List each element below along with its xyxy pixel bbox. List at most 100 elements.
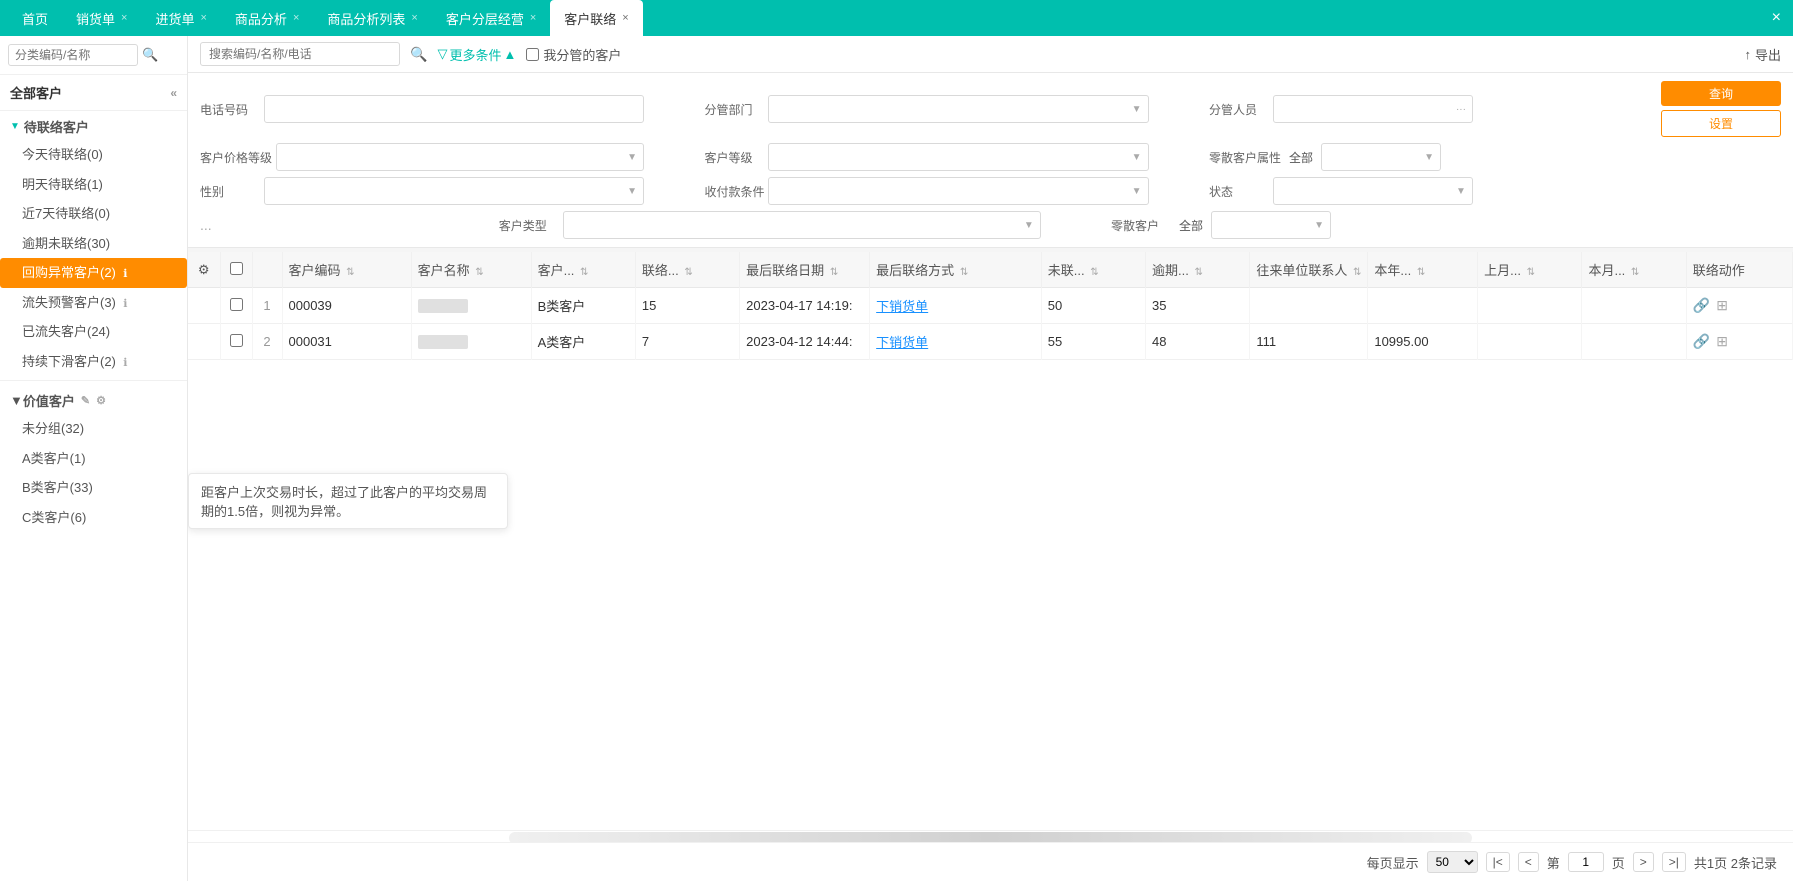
sidebar-item-b-class[interactable]: B类客户(33) [0, 473, 187, 503]
sort-this-year-icon[interactable]: ⇅ [1417, 267, 1425, 278]
left-sidebar: 🔍 全部客户 « ▼ 待联络客户 今天待联络(0) 明天待联络(1) 近7天待联… [0, 36, 188, 881]
sort-unit-contact-icon[interactable]: ⇅ [1353, 267, 1361, 278]
row2-action-icons: 🔗 ⊞ [1693, 333, 1786, 350]
filter-retail-attr-select[interactable]: ▼ [1321, 143, 1441, 171]
nav-close-sales[interactable]: × [121, 12, 127, 24]
filter-retail-attr-field: 零散客户属性 全部 ▼ [1209, 143, 1653, 171]
td-row1-name [411, 288, 531, 324]
per-page-select[interactable]: 50 100 200 [1427, 851, 1478, 873]
nav-close-analysis-list[interactable]: × [411, 12, 417, 24]
sort-uncontact-icon[interactable]: ⇅ [1090, 267, 1098, 278]
filter-extra-dots[interactable]: ... [200, 217, 212, 233]
sidebar-item-7days[interactable]: 近7天待联络(0) [0, 199, 187, 229]
nav-close-customer-contact[interactable]: × [622, 12, 628, 24]
settings-button[interactable]: 设置 [1661, 110, 1781, 137]
nav-item-analysis-list[interactable]: 商品分析列表 × [313, 0, 431, 36]
select-all-checkbox[interactable] [230, 262, 243, 275]
sidebar-search-input[interactable] [8, 44, 138, 66]
churn-warning-info-icon: ℹ [123, 298, 127, 310]
th-gear: ⚙ [188, 252, 220, 288]
sort-category-icon[interactable]: ⇅ [580, 267, 588, 278]
filter-customer-type-select[interactable]: ▼ [563, 211, 1041, 239]
sort-name-icon[interactable]: ⇅ [475, 267, 483, 278]
search-input[interactable] [200, 42, 400, 66]
page-input[interactable] [1568, 852, 1604, 872]
nav-item-home[interactable]: 首页 [8, 0, 62, 36]
sort-last-month-icon[interactable]: ⇅ [1527, 267, 1535, 278]
sidebar-item-ungrouped[interactable]: 未分组(32) [0, 414, 187, 444]
sort-overdue-icon[interactable]: ⇅ [1194, 267, 1202, 278]
sidebar-item-abnormal[interactable]: 回购异常客户(2) ℹ [0, 258, 187, 288]
nav-item-purchase[interactable]: 进货单 × [141, 0, 220, 36]
sort-this-month-icon[interactable]: ⇅ [1631, 267, 1639, 278]
filter-dept-select[interactable]: ▼ [768, 95, 1148, 123]
nav-item-sales[interactable]: 销货单 × [62, 0, 141, 36]
sidebar-item-churn-warning[interactable]: 流失预警客户(3) ℹ [0, 288, 187, 318]
sidebar-item-declining[interactable]: 持续下滑客户(2) ℹ [0, 347, 187, 377]
nav-item-customer-tier[interactable]: 客户分层经营 × [432, 0, 550, 36]
filter-retail-customer-select[interactable]: ▼ [1211, 211, 1331, 239]
sidebar-value-triangle: ▼ [10, 393, 23, 408]
next-page-button[interactable]: > [1633, 852, 1654, 872]
row1-name-masked [418, 299, 468, 313]
prev-page-button[interactable]: < [1518, 852, 1539, 872]
sidebar-search-area: 🔍 [0, 36, 187, 75]
horizontal-scrollbar[interactable] [188, 830, 1793, 842]
sidebar-divider [0, 380, 187, 381]
filter-payment-select[interactable]: ▼ [768, 177, 1148, 205]
sidebar-item-overdue[interactable]: 逾期未联络(30) [0, 229, 187, 259]
search-button[interactable]: 🔍 [410, 46, 427, 63]
retail-customer-caret: ▼ [1314, 220, 1324, 231]
filter-status-select[interactable]: ▼ [1273, 177, 1473, 205]
sort-contact-icon[interactable]: ⇅ [684, 267, 692, 278]
filter-phone-input[interactable] [264, 95, 644, 123]
sidebar-item-tomorrow[interactable]: 明天待联络(1) [0, 170, 187, 200]
filter-phone-field: 电话号码 [200, 95, 644, 123]
total-records-label: 共1页 2条记录 [1694, 853, 1777, 872]
sidebar-item-churned[interactable]: 已流失客户(24) [0, 317, 187, 347]
export-icon: ↑ [1744, 47, 1751, 62]
filter-customer-grade-field: 客户等级 ▼ [704, 143, 1148, 171]
nav-close-all-button[interactable]: × [1772, 9, 1781, 27]
sort-code-icon[interactable]: ⇅ [346, 267, 354, 278]
nav-close-purchase[interactable]: × [200, 12, 206, 24]
sidebar-config-icon[interactable]: ⚙ [96, 394, 106, 407]
filter-gender-select[interactable]: ▼ [264, 177, 644, 205]
price-grade-caret: ▼ [627, 152, 637, 163]
filter-more-conditions[interactable]: ▽ 更多条件 ▲ [437, 45, 516, 64]
nav-close-customer-tier[interactable]: × [530, 12, 536, 24]
sidebar-search-icon[interactable]: 🔍 [142, 47, 158, 63]
query-button[interactable]: 查询 [1661, 81, 1781, 106]
export-button[interactable]: ↑ 导出 [1744, 45, 1781, 64]
row1-last-method-link[interactable]: 下销货单 [876, 299, 928, 314]
my-customers-checkbox[interactable] [526, 48, 539, 61]
row1-checkbox[interactable] [230, 298, 243, 311]
sidebar-item-today[interactable]: 今天待联络(0) [0, 140, 187, 170]
nav-item-customer-contact[interactable]: 客户联络 × [550, 0, 642, 36]
sidebar-item-a-class[interactable]: A类客户(1) [0, 444, 187, 474]
sidebar-collapse-icon[interactable]: « [170, 86, 177, 100]
sidebar-edit-icon[interactable]: ✎ [81, 394, 90, 407]
last-page-button[interactable]: >| [1662, 852, 1686, 872]
row2-grid-icon[interactable]: ⊞ [1716, 333, 1728, 350]
filter-person-select[interactable]: ··· [1273, 95, 1473, 123]
row2-last-method-link[interactable]: 下销货单 [876, 335, 928, 350]
filter-price-grade-select[interactable]: ▼ [276, 143, 644, 171]
sidebar-all-customers-header[interactable]: 全部客户 « [0, 75, 187, 111]
row2-link-icon[interactable]: 🔗 [1693, 333, 1710, 350]
filter-row-2: 客户价格等级 ▼ 客户等级 ▼ 零散客户属性 全部 [200, 143, 1781, 171]
nav-item-analysis[interactable]: 商品分析 × [221, 0, 313, 36]
row1-grid-icon[interactable]: ⊞ [1716, 297, 1728, 314]
filter-customer-grade-select[interactable]: ▼ [768, 143, 1148, 171]
row1-link-icon[interactable]: 🔗 [1693, 297, 1710, 314]
sidebar-item-c-class[interactable]: C类客户(6) [0, 503, 187, 533]
page-suffix: 页 [1612, 853, 1625, 872]
th-this-month: 本月... ⇅ [1582, 252, 1686, 288]
filter-dept-field: 分管部门 ▼ [704, 95, 1148, 123]
sort-last-date-icon[interactable]: ⇅ [830, 267, 838, 278]
nav-close-analysis[interactable]: × [293, 12, 299, 24]
row2-checkbox[interactable] [230, 334, 243, 347]
sort-last-method-icon[interactable]: ⇅ [960, 267, 968, 278]
gear-icon[interactable]: ⚙ [198, 262, 210, 277]
first-page-button[interactable]: |< [1486, 852, 1510, 872]
